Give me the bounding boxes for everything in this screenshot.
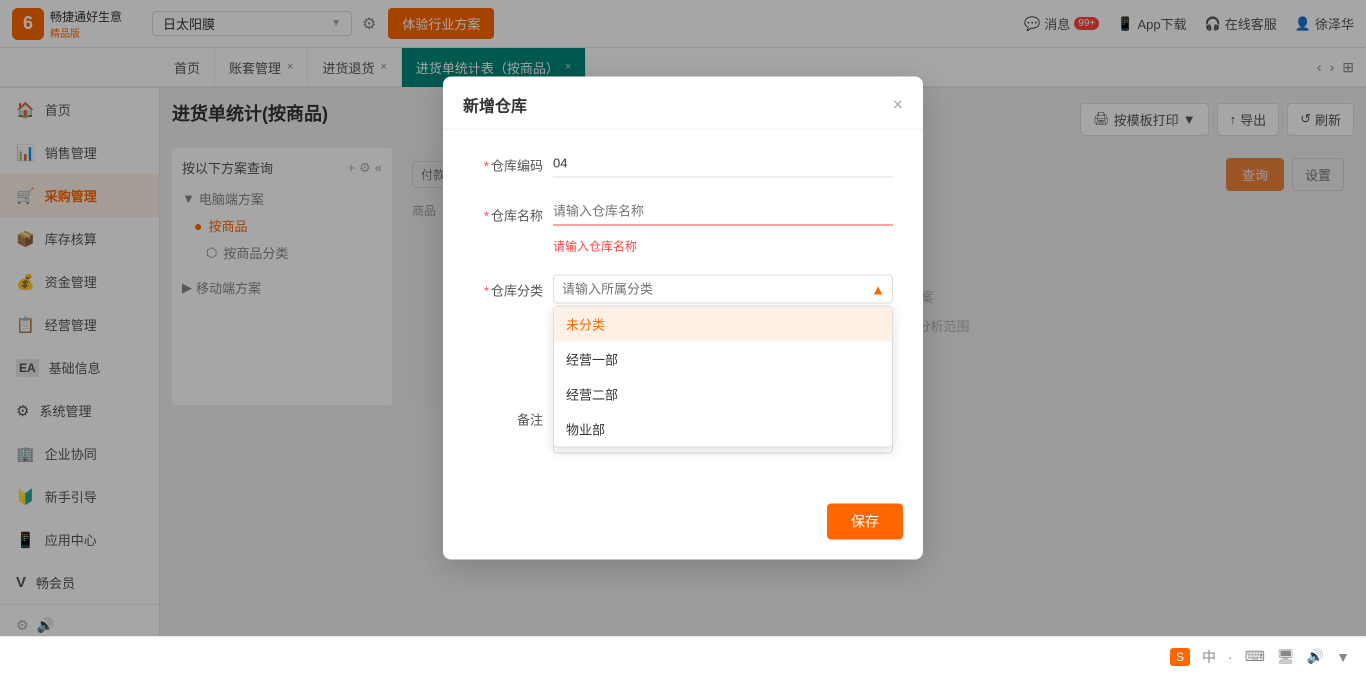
category-select-arrow-up[interactable]: ▲ xyxy=(871,281,885,297)
warehouse-name-label: *仓库名称 xyxy=(473,199,543,224)
warehouse-code-row: *仓库编码 xyxy=(473,150,893,178)
dropdown-option-dept3[interactable]: 物业部 xyxy=(554,412,892,447)
warehouse-name-row: *仓库名称 请输入仓库名称 xyxy=(473,198,893,255)
warehouse-code-input[interactable] xyxy=(553,150,893,178)
dialog-title: 新增仓库 xyxy=(463,93,527,117)
dialog-header: 新增仓库 × xyxy=(443,77,923,130)
bottom-network-icon[interactable]: ▼ xyxy=(1336,649,1350,665)
warehouse-category-select-wrapper: ▲ 未分类 经营一部 经营二部 物业部 xyxy=(553,275,893,304)
warehouse-name-input[interactable] xyxy=(553,198,893,226)
dialog-close-button[interactable]: × xyxy=(892,94,903,115)
new-warehouse-dialog: 新增仓库 × *仓库编码 *仓库名称 请输入仓库名称 *仓库分类 xyxy=(443,77,923,560)
dialog-footer: 保存 xyxy=(443,494,923,560)
bottom-volume-icon[interactable]: 🔊 xyxy=(1307,648,1324,665)
bottom-keyboard-icon[interactable]: ⌨ xyxy=(1245,648,1265,665)
dropdown-option-uncategorized[interactable]: 未分类 xyxy=(554,307,892,342)
bottom-zh-icon[interactable]: 中 xyxy=(1202,647,1216,667)
warehouse-category-row: *仓库分类 ▲ 未分类 经营一部 经营二部 物业部 xyxy=(473,275,893,304)
bottom-screen-icon[interactable]: 🖥 xyxy=(1277,648,1295,665)
dialog-save-button[interactable]: 保存 xyxy=(827,504,903,540)
bottombar: S 中 · ⌨ 🖥 🔊 ▼ xyxy=(0,636,1366,676)
category-dropdown-list: 未分类 经营一部 经营二部 物业部 xyxy=(553,306,893,448)
warehouse-remark-label: 备注 xyxy=(473,404,543,429)
bottom-dot-icon[interactable]: · xyxy=(1228,649,1233,665)
dialog-body: *仓库编码 *仓库名称 请输入仓库名称 *仓库分类 ▲ xyxy=(443,130,923,494)
warehouse-code-label: *仓库编码 xyxy=(473,150,543,175)
warehouse-category-input[interactable] xyxy=(553,275,893,304)
dropdown-option-dept1[interactable]: 经营一部 xyxy=(554,342,892,377)
bottom-brand-icon: S xyxy=(1170,648,1190,666)
warehouse-category-label: *仓库分类 xyxy=(473,275,543,300)
dropdown-option-dept2[interactable]: 经营二部 xyxy=(554,377,892,412)
warehouse-name-error: 请输入仓库名称 xyxy=(553,238,637,255)
